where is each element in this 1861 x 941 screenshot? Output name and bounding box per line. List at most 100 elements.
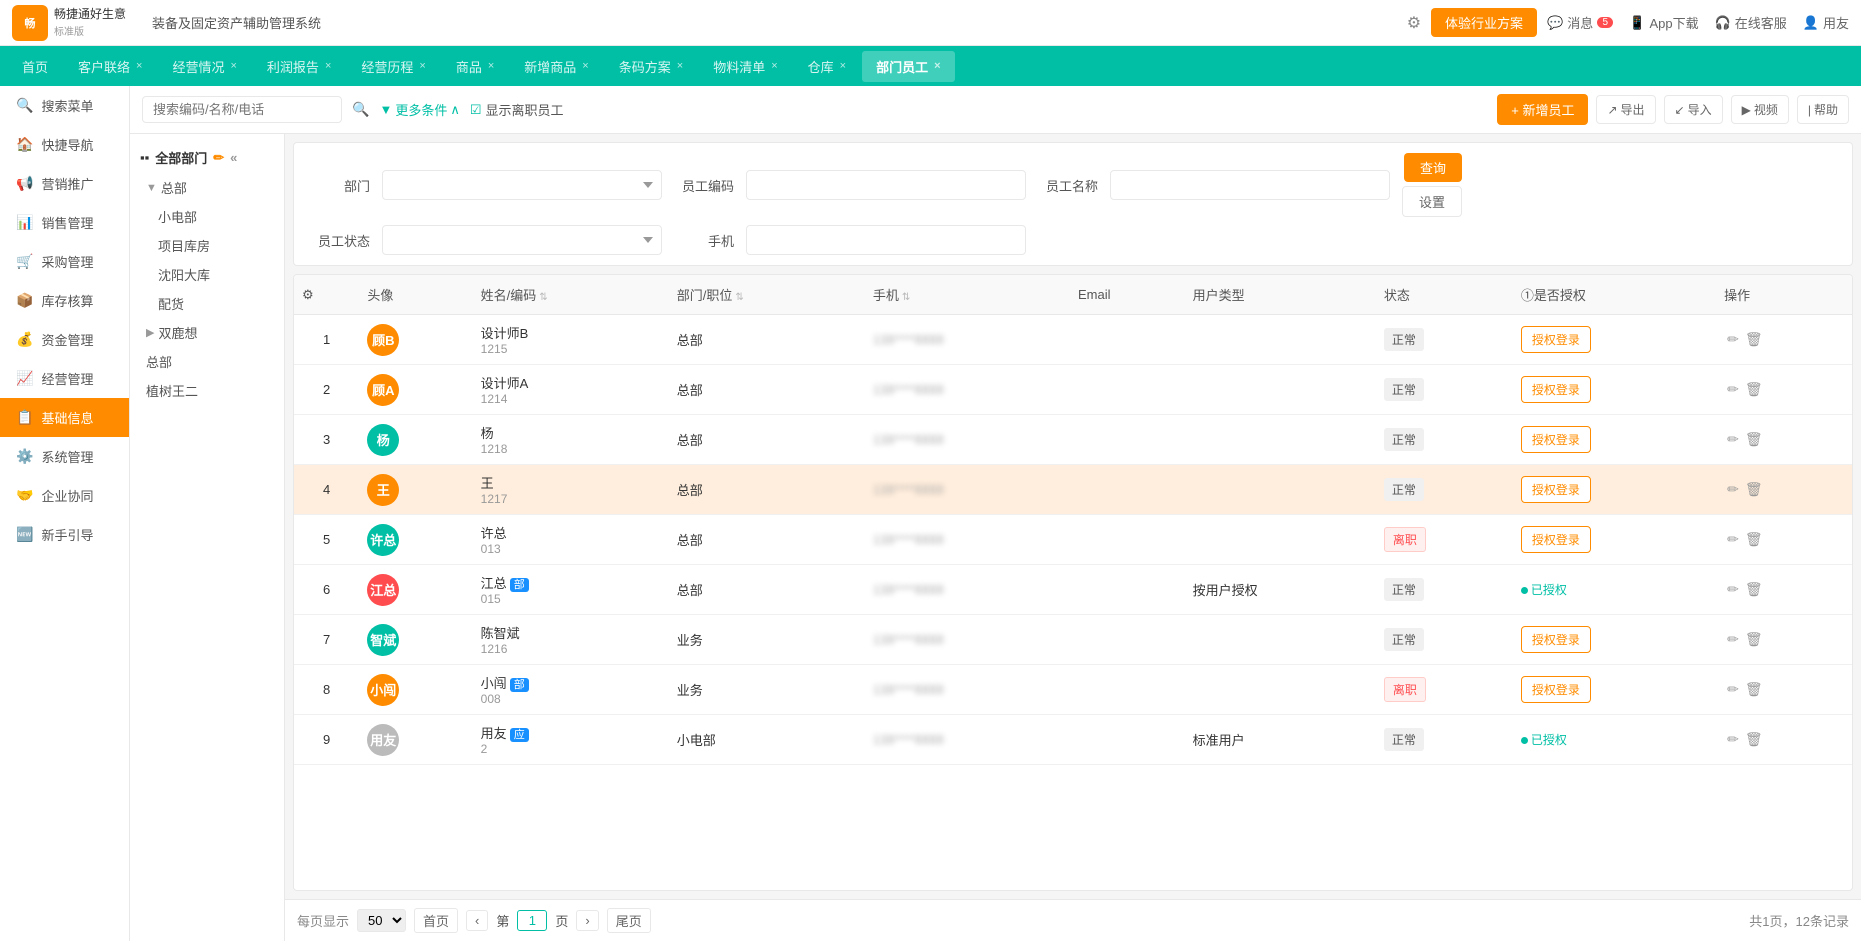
dept-collapse-icon[interactable]: « — [230, 150, 237, 165]
app-download-button[interactable]: 📱 App下载 — [1629, 13, 1698, 32]
service-button[interactable]: 🎧 在线客服 — [1715, 13, 1787, 32]
nav-tab-利润报告[interactable]: 利润报告× — [253, 51, 345, 82]
help-button[interactable]: | 帮助 — [1797, 95, 1849, 124]
dept-select[interactable] — [382, 170, 662, 200]
close-tab-icon[interactable]: × — [582, 60, 588, 72]
dept-item[interactable]: 小电部 — [130, 202, 284, 231]
import-button[interactable]: ↙ 导入 — [1664, 95, 1723, 124]
sidebar-item-guide[interactable]: 🆕新手引导 — [0, 515, 129, 554]
sidebar-item-inventory[interactable]: 📦库存核算 — [0, 281, 129, 320]
nav-tab-部门员工[interactable]: 部门员工× — [862, 51, 954, 82]
edit-button[interactable]: ✏ — [1724, 731, 1742, 748]
add-employee-button[interactable]: + 新增员工 — [1497, 94, 1588, 125]
nav-tab-经营历程[interactable]: 经营历程× — [347, 51, 439, 82]
search-button[interactable]: 🔍 — [352, 101, 369, 118]
message-button[interactable]: 💬 消息 5 — [1547, 13, 1613, 32]
sidebar-item-sales[interactable]: 📊销售管理 — [0, 203, 129, 242]
close-tab-icon[interactable]: × — [677, 60, 683, 72]
sidebar-item-search[interactable]: 🔍搜索菜单 — [0, 86, 129, 125]
edit-button[interactable]: ✏ — [1724, 531, 1742, 548]
query-button[interactable]: 查询 — [1404, 153, 1462, 182]
sidebar-item-purchase[interactable]: 🛒采购管理 — [0, 242, 129, 281]
auth-button[interactable]: 授权登录 — [1521, 326, 1591, 353]
delete-button[interactable]: 🗑 — [1742, 481, 1766, 498]
close-tab-icon[interactable]: × — [771, 60, 777, 72]
delete-button[interactable]: 🗑 — [1742, 681, 1766, 698]
emp-code-input[interactable] — [746, 170, 1026, 200]
auth-button[interactable]: 授权登录 — [1521, 476, 1591, 503]
nav-tab-仓库[interactable]: 仓库× — [794, 51, 860, 82]
close-tab-icon[interactable]: × — [488, 60, 494, 72]
delete-button[interactable]: 🗑 — [1742, 531, 1766, 548]
reset-button[interactable]: 设置 — [1402, 186, 1462, 217]
sidebar-item-basic[interactable]: 📋基础信息 — [0, 398, 129, 437]
edit-button[interactable]: ✏ — [1724, 381, 1742, 398]
sidebar-item-collab[interactable]: 🤝企业协同 — [0, 476, 129, 515]
delete-button[interactable]: 🗑 — [1742, 431, 1766, 448]
more-filter-button[interactable]: ▼ 更多条件 ∧ — [379, 100, 459, 119]
auth-button[interactable]: 授权登录 — [1521, 526, 1591, 553]
dept-item[interactable]: 沈阳大库 — [130, 260, 284, 289]
last-page-button[interactable]: 尾页 — [607, 908, 651, 933]
emp-name-input[interactable] — [1110, 170, 1390, 200]
edit-button[interactable]: ✏ — [1724, 331, 1742, 348]
nav-tab-首页[interactable]: 首页 — [8, 51, 62, 82]
col-dept[interactable]: 部门/职位 — [669, 275, 865, 315]
dept-item[interactable]: 项目库房 — [130, 231, 284, 260]
close-tab-icon[interactable]: × — [934, 60, 940, 72]
show-resign-toggle[interactable]: ☑ 显示离职员工 — [470, 100, 564, 119]
trial-button[interactable]: 体验行业方案 — [1431, 8, 1537, 37]
dept-item[interactable]: ▼总部 — [130, 173, 284, 202]
close-tab-icon[interactable]: × — [230, 60, 236, 72]
next-page-button[interactable]: › — [576, 910, 598, 931]
edit-button[interactable]: ✏ — [1724, 431, 1742, 448]
view-button[interactable]: ▶ 视频 — [1731, 95, 1789, 124]
edit-button[interactable]: ✏ — [1724, 681, 1742, 698]
sidebar-item-system[interactable]: ⚙️系统管理 — [0, 437, 129, 476]
delete-button[interactable]: 🗑 — [1742, 631, 1766, 648]
search-input[interactable] — [142, 96, 342, 123]
export-button[interactable]: ↗ 导出 — [1596, 95, 1655, 124]
emp-status-select[interactable] — [382, 225, 662, 255]
auth-button[interactable]: 授权登录 — [1521, 376, 1591, 403]
sidebar-item-shortcut[interactable]: 🏠快捷导航 — [0, 125, 129, 164]
edit-button[interactable]: ✏ — [1724, 631, 1742, 648]
delete-button[interactable]: 🗑 — [1742, 581, 1766, 598]
sidebar-item-finance[interactable]: 💰资金管理 — [0, 320, 129, 359]
delete-button[interactable]: 🗑 — [1742, 331, 1766, 348]
col-auth: ①是否授权 — [1513, 275, 1716, 315]
dept-item[interactable]: 配货 — [130, 289, 284, 318]
nav-tab-物料清单[interactable]: 物料清单× — [699, 51, 791, 82]
sidebar-item-operations[interactable]: 📈经营管理 — [0, 359, 129, 398]
edit-button[interactable]: ✏ — [1724, 581, 1742, 598]
prev-page-button[interactable]: ‹ — [466, 910, 488, 931]
sidebar-item-marketing[interactable]: 📢营销推广 — [0, 164, 129, 203]
auth-button[interactable]: 授权登录 — [1521, 676, 1591, 703]
delete-button[interactable]: 🗑 — [1742, 731, 1766, 748]
first-page-button[interactable]: 首页 — [414, 908, 458, 933]
close-tab-icon[interactable]: × — [136, 60, 142, 72]
dept-edit-icon[interactable]: ✏ — [213, 150, 224, 166]
auth-button[interactable]: 授权登录 — [1521, 626, 1591, 653]
nav-tab-经营情况[interactable]: 经营情况× — [158, 51, 250, 82]
delete-button[interactable]: 🗑 — [1742, 381, 1766, 398]
nav-tab-新增商品[interactable]: 新增商品× — [510, 51, 602, 82]
phone-input[interactable] — [746, 225, 1026, 255]
dept-item[interactable]: ▶双鹿想 — [130, 318, 284, 347]
nav-tab-商品[interactable]: 商品× — [442, 51, 508, 82]
col-phone[interactable]: 手机 — [865, 275, 1070, 315]
close-tab-icon[interactable]: × — [325, 60, 331, 72]
edit-button[interactable]: ✏ — [1724, 481, 1742, 498]
dept-item[interactable]: 总部 — [130, 347, 284, 376]
nav-tab-客户联络[interactable]: 客户联络× — [64, 51, 156, 82]
col-name[interactable]: 姓名/编码 — [473, 275, 669, 315]
user-button[interactable]: 👤 用友 — [1803, 13, 1849, 32]
app-sub: 标准版 — [54, 23, 126, 38]
gear-icon[interactable]: ⚙ — [1407, 13, 1421, 33]
page-size-select[interactable]: 50 — [357, 909, 406, 932]
nav-tab-条码方案[interactable]: 条码方案× — [605, 51, 697, 82]
dept-item[interactable]: 植树王二 — [130, 376, 284, 405]
auth-button[interactable]: 授权登录 — [1521, 426, 1591, 453]
close-tab-icon[interactable]: × — [419, 60, 425, 72]
close-tab-icon[interactable]: × — [840, 60, 846, 72]
